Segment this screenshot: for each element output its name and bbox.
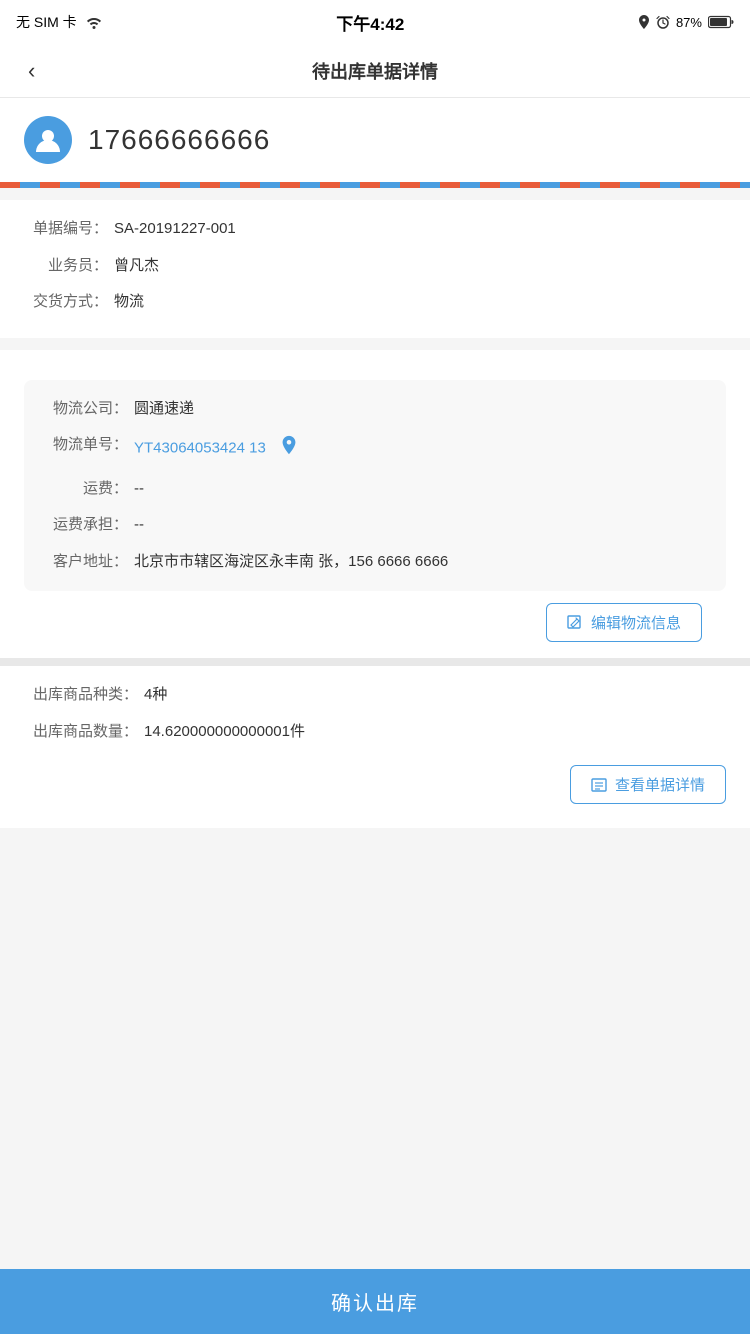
edit-logistics-row: 编辑物流信息 [24,591,726,658]
view-detail-label: 查看单据详情 [615,774,705,795]
status-left: 无 SIM 卡 [16,12,103,32]
edit-icon [567,615,583,631]
status-bar: 无 SIM 卡 下午4:42 87% [0,0,750,44]
goods-type-label: 出库商品种类： [24,684,144,707]
goods-quantity-row: 出库商品数量： 14.620000000000001件 [24,721,726,744]
logistics-company-label: 物流公司： [44,398,134,421]
logistics-section: 物流公司： 圆通速递 物流单号： YT43064053424 13 运费： --… [0,350,750,659]
goods-section: 出库商品种类： 4种 出库商品数量： 14.620000000000001件 查… [0,666,750,828]
address-label: 客户地址： [44,551,134,574]
freight-bearing-value: -- [134,514,706,537]
avatar [24,116,72,164]
logistics-company-value: 圆通速递 [134,398,706,421]
alarm-icon [656,15,670,29]
list-icon [591,777,607,793]
location-icon [638,15,650,29]
delivery-row: 交货方式： 物流 [24,291,726,314]
edit-logistics-label: 编辑物流信息 [591,612,681,633]
order-number-row: 单据编号： SA-20191227-001 [24,218,726,241]
status-time: 下午4:42 [336,10,404,35]
goods-type-row: 出库商品种类： 4种 [24,684,726,707]
battery-icon [708,15,734,29]
freight-label: 运费： [44,478,134,501]
user-icon [34,126,62,154]
freight-value: -- [134,478,706,501]
tracking-row: 物流单号： YT43064053424 13 [44,434,706,464]
logistics-company-row: 物流公司： 圆通速递 [44,398,706,421]
salesperson-row: 业务员： 曾凡杰 [24,255,726,278]
edit-logistics-button[interactable]: 编辑物流信息 [546,603,702,642]
map-pin-icon[interactable] [278,434,300,464]
address-value: 北京市市辖区海淀区永丰南 张，156 6666 6666 [134,551,706,574]
bottom-spacer [0,828,750,948]
address-row: 客户地址： 北京市市辖区海淀区永丰南 张，156 6666 6666 [44,551,706,574]
carrier-label: 无 SIM 卡 [16,12,77,32]
logistics-card: 物流公司： 圆通速递 物流单号： YT43064053424 13 运费： --… [24,380,726,592]
section-divider [0,658,750,666]
salesperson-value: 曾凡杰 [114,255,726,278]
dashed-divider [0,182,750,188]
order-number-value: SA-20191227-001 [114,218,726,241]
freight-row: 运费： -- [44,478,706,501]
customer-header: 17666666666 [0,98,750,182]
back-button[interactable]: ‹ [20,50,43,92]
salesperson-label: 业务员： [24,255,114,278]
confirm-bar: 确认出库 [0,1269,750,1334]
view-detail-row: 查看单据详情 [24,757,726,820]
tracking-value: YT43064053424 13 [134,434,706,464]
delivery-label: 交货方式： [24,291,114,314]
view-detail-button[interactable]: 查看单据详情 [570,765,726,804]
goods-quantity-label: 出库商品数量： [24,721,144,744]
freight-bearing-label: 运费承担： [44,514,134,537]
goods-type-value: 4种 [144,684,726,707]
status-right: 87% [638,15,734,30]
goods-quantity-value: 14.620000000000001件 [144,721,726,744]
battery-label: 87% [676,15,702,30]
wifi-icon [85,15,103,29]
order-number-label: 单据编号： [24,218,114,241]
freight-bearing-row: 运费承担： -- [44,514,706,537]
delivery-value: 物流 [114,291,726,314]
confirm-button[interactable]: 确认出库 [0,1287,750,1316]
tracking-label: 物流单号： [44,434,134,457]
order-info-section: 单据编号： SA-20191227-001 业务员： 曾凡杰 交货方式： 物流 [0,200,750,338]
page-title: 待出库单据详情 [312,58,438,84]
customer-phone: 17666666666 [88,124,270,156]
nav-bar: ‹ 待出库单据详情 [0,44,750,98]
